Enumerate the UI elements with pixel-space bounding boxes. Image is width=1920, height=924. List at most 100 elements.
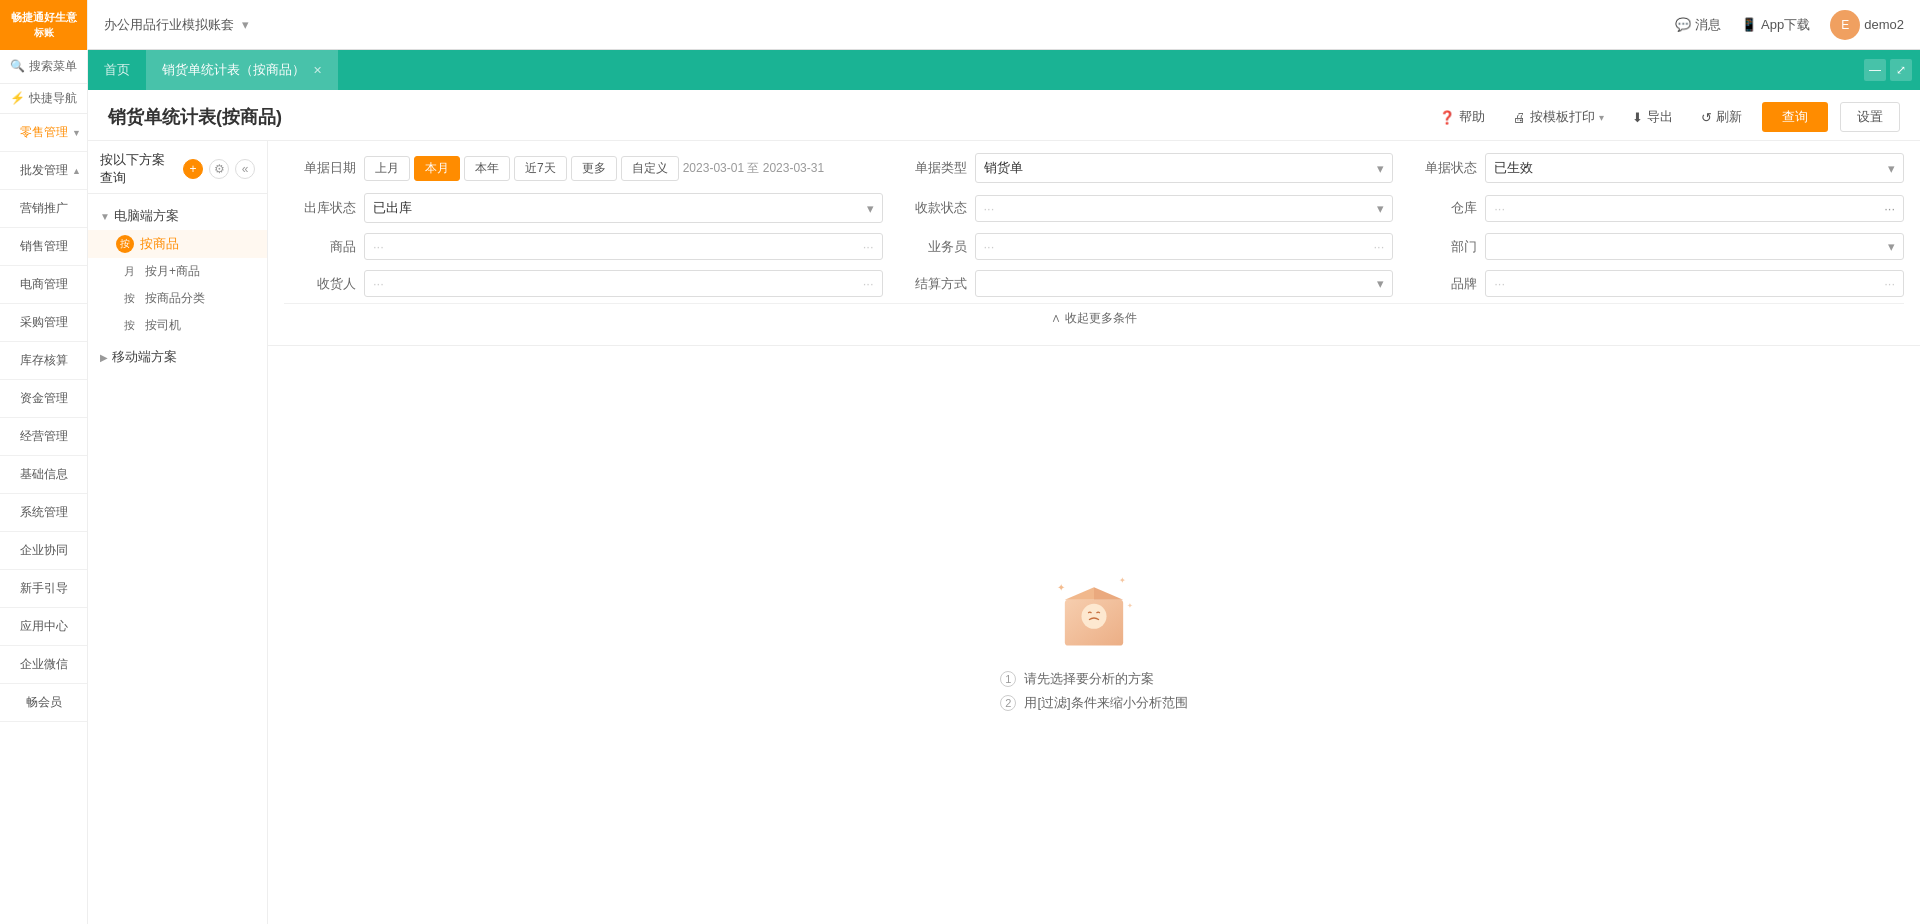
- sidebar-item-finance[interactable]: 资金管理: [0, 380, 87, 418]
- tree-node-by-driver[interactable]: 按 按司机: [88, 312, 267, 339]
- message-icon: 💬: [1675, 17, 1691, 32]
- tree-body: ▼ 电脑端方案 按 按商品 月 按月+商品: [88, 194, 267, 924]
- date-7days-btn[interactable]: 近7天: [514, 156, 567, 181]
- goods-dots-icon: ···: [863, 239, 874, 254]
- date-more-btn[interactable]: 更多: [571, 156, 617, 181]
- brand-dots-icon: ···: [1884, 276, 1895, 291]
- goods-select[interactable]: ··· ···: [364, 233, 883, 260]
- split-layout: 按以下方案查询 + ⚙ « ▼ 电脑端方案: [88, 141, 1920, 924]
- svg-point-3: [1082, 604, 1107, 629]
- date-custom-btn[interactable]: 自定义: [621, 156, 679, 181]
- chevron-down-icon: ▼: [72, 128, 81, 138]
- tree-node-by-category[interactable]: 按 按商品分类: [88, 285, 267, 312]
- tree-node-by-month-goods[interactable]: 月 按月+商品: [88, 258, 267, 285]
- sidebar-item-sales[interactable]: 销售管理: [0, 228, 87, 266]
- sidebar-item-inventory[interactable]: 库存核算: [0, 342, 87, 380]
- date-this-month-btn[interactable]: 本月: [414, 156, 460, 181]
- user-avatar-area[interactable]: E demo2: [1830, 10, 1904, 40]
- page-header-actions: ❓ 帮助 🖨 按模板打印 ▾ ⬇ 导出 ↺ 刷新: [1431, 102, 1900, 132]
- page-body: 销货单统计表(按商品) ❓ 帮助 🖨 按模板打印 ▾ ⬇ 导出: [88, 90, 1920, 924]
- sidebar-item-appcenter[interactable]: 应用中心: [0, 608, 87, 646]
- search-menu-item[interactable]: 🔍 搜索菜单: [0, 50, 87, 84]
- messages-btn[interactable]: 💬 消息: [1675, 16, 1721, 34]
- receiver-label: 收货人: [284, 275, 364, 293]
- help-btn[interactable]: ❓ 帮助: [1431, 104, 1493, 130]
- doc-status-label: 单据状态: [1405, 159, 1485, 177]
- sidebar-item-wholesale[interactable]: 批发管理 ▲: [0, 152, 87, 190]
- topbar-left: 办公用品行业模拟账套 ▾: [104, 16, 249, 34]
- query-button[interactable]: 查询: [1762, 102, 1828, 132]
- sidebar-item-retail[interactable]: 零售管理 ▼: [0, 114, 87, 152]
- avatar: E: [1830, 10, 1860, 40]
- app-download-btn[interactable]: 📱 App下载: [1741, 16, 1810, 34]
- refresh-btn[interactable]: ↺ 刷新: [1693, 104, 1750, 130]
- dropdown-icon[interactable]: ▾: [242, 17, 249, 32]
- tree-group-mobile-header[interactable]: ▶ 移动端方案: [88, 343, 267, 371]
- app-logo: 畅捷通好生意 标账: [0, 0, 87, 50]
- receiver-select[interactable]: ··· ···: [364, 270, 883, 297]
- sidebar-item-system[interactable]: 系统管理: [0, 494, 87, 532]
- date-label: 单据日期: [284, 159, 364, 177]
- out-status-label: 出库状态: [284, 199, 364, 217]
- page-header: 销货单统计表(按商品) ❓ 帮助 🖨 按模板打印 ▾ ⬇ 导出: [88, 90, 1920, 141]
- quick-nav-item[interactable]: ⚡ 快捷导航: [0, 84, 87, 114]
- tab-minimize-btn[interactable]: —: [1864, 59, 1886, 81]
- collect-status-select[interactable]: ··· ▾: [975, 195, 1394, 222]
- sidebar-item-member[interactable]: 畅会员: [0, 684, 87, 722]
- dept-select[interactable]: ▾: [1485, 233, 1904, 260]
- receiver-dots-icon: ···: [863, 276, 874, 291]
- doc-type-label: 单据类型: [895, 159, 975, 177]
- export-btn[interactable]: ⬇ 导出: [1624, 104, 1681, 130]
- topbar-right: 💬 消息 📱 App下载 E demo2: [1675, 10, 1904, 40]
- date-last-month-btn[interactable]: 上月: [364, 156, 410, 181]
- sidebar-item-basic[interactable]: 基础信息: [0, 456, 87, 494]
- sidebar-item-cooperation[interactable]: 企业协同: [0, 532, 87, 570]
- tree-add-btn[interactable]: +: [183, 159, 203, 179]
- node-icon-goods: 按: [116, 235, 134, 253]
- sidebar-item-purchase[interactable]: 采购管理: [0, 304, 87, 342]
- warehouse-label: 仓库: [1405, 199, 1485, 217]
- tabbar-controls: — ⤢: [1864, 59, 1920, 81]
- sidebar-item-ecommerce[interactable]: 电商管理: [0, 266, 87, 304]
- goods-label: 商品: [284, 238, 364, 256]
- tab-close-icon[interactable]: ✕: [313, 64, 322, 77]
- doc-status-select[interactable]: 已生效 ▾: [1485, 153, 1904, 183]
- brand-select[interactable]: ··· ···: [1485, 270, 1904, 297]
- tree-group-desktop-header[interactable]: ▼ 电脑端方案: [88, 202, 267, 230]
- tree-collapse-btn[interactable]: «: [235, 159, 255, 179]
- chevron-up-icon: ▲: [72, 166, 81, 176]
- date-this-year-btn[interactable]: 本年: [464, 156, 510, 181]
- content-area: 销货单统计表(按商品) ❓ 帮助 🖨 按模板打印 ▾ ⬇ 导出: [88, 90, 1920, 924]
- export-icon: ⬇: [1632, 110, 1643, 125]
- warehouse-select[interactable]: ··· ···: [1485, 195, 1904, 222]
- tree-settings-btn[interactable]: ⚙: [209, 159, 229, 179]
- tab-maximize-btn[interactable]: ⤢: [1890, 59, 1912, 81]
- tree-group-desktop: ▼ 电脑端方案 按 按商品 月 按月+商品: [88, 202, 267, 339]
- payment-select[interactable]: ▾: [975, 270, 1394, 297]
- tree-group-mobile: ▶ 移动端方案: [88, 343, 267, 371]
- collapse-bar[interactable]: ∧ 收起更多条件: [284, 303, 1904, 333]
- help-icon: ❓: [1439, 110, 1455, 125]
- salesman-dots-icon: ···: [1373, 239, 1384, 254]
- sub-icon-cat: 按: [124, 291, 135, 306]
- logo-text: 畅捷通好生意: [11, 11, 77, 24]
- settings-button[interactable]: 设置: [1840, 102, 1900, 132]
- brand-label: 品牌: [1405, 275, 1485, 293]
- sidebar-item-wechat[interactable]: 企业微信: [0, 646, 87, 684]
- sidebar-item-newbie[interactable]: 新手引导: [0, 570, 87, 608]
- tree-panel-header: 按以下方案查询 + ⚙ «: [88, 141, 267, 194]
- tab-home[interactable]: 首页: [88, 50, 146, 90]
- main-container: 办公用品行业模拟账套 ▾ 💬 消息 📱 App下载 E demo2 首页: [88, 0, 1920, 924]
- tree-expand-icon: ▼: [100, 211, 110, 222]
- tab-current[interactable]: 销货单统计表（按商品） ✕: [146, 50, 338, 90]
- empty-tip-1: 1 请先选择要分析的方案: [1000, 670, 1187, 688]
- print-btn[interactable]: 🖨 按模板打印 ▾: [1505, 104, 1612, 130]
- sidebar-item-operations[interactable]: 经营管理: [0, 418, 87, 456]
- sidebar-item-marketing[interactable]: 营销推广: [0, 190, 87, 228]
- tree-node-by-goods[interactable]: 按 按商品: [88, 230, 267, 258]
- salesman-select[interactable]: ··· ···: [975, 233, 1394, 260]
- doc-type-select[interactable]: 销货单 ▾: [975, 153, 1394, 183]
- salesman-label: 业务员: [895, 238, 975, 256]
- filter-area: 单据日期 上月 本月 本年 近7天 更多 自定义 2023-03-01 至 20…: [268, 141, 1920, 346]
- out-status-select[interactable]: 已出库 ▾: [364, 193, 883, 223]
